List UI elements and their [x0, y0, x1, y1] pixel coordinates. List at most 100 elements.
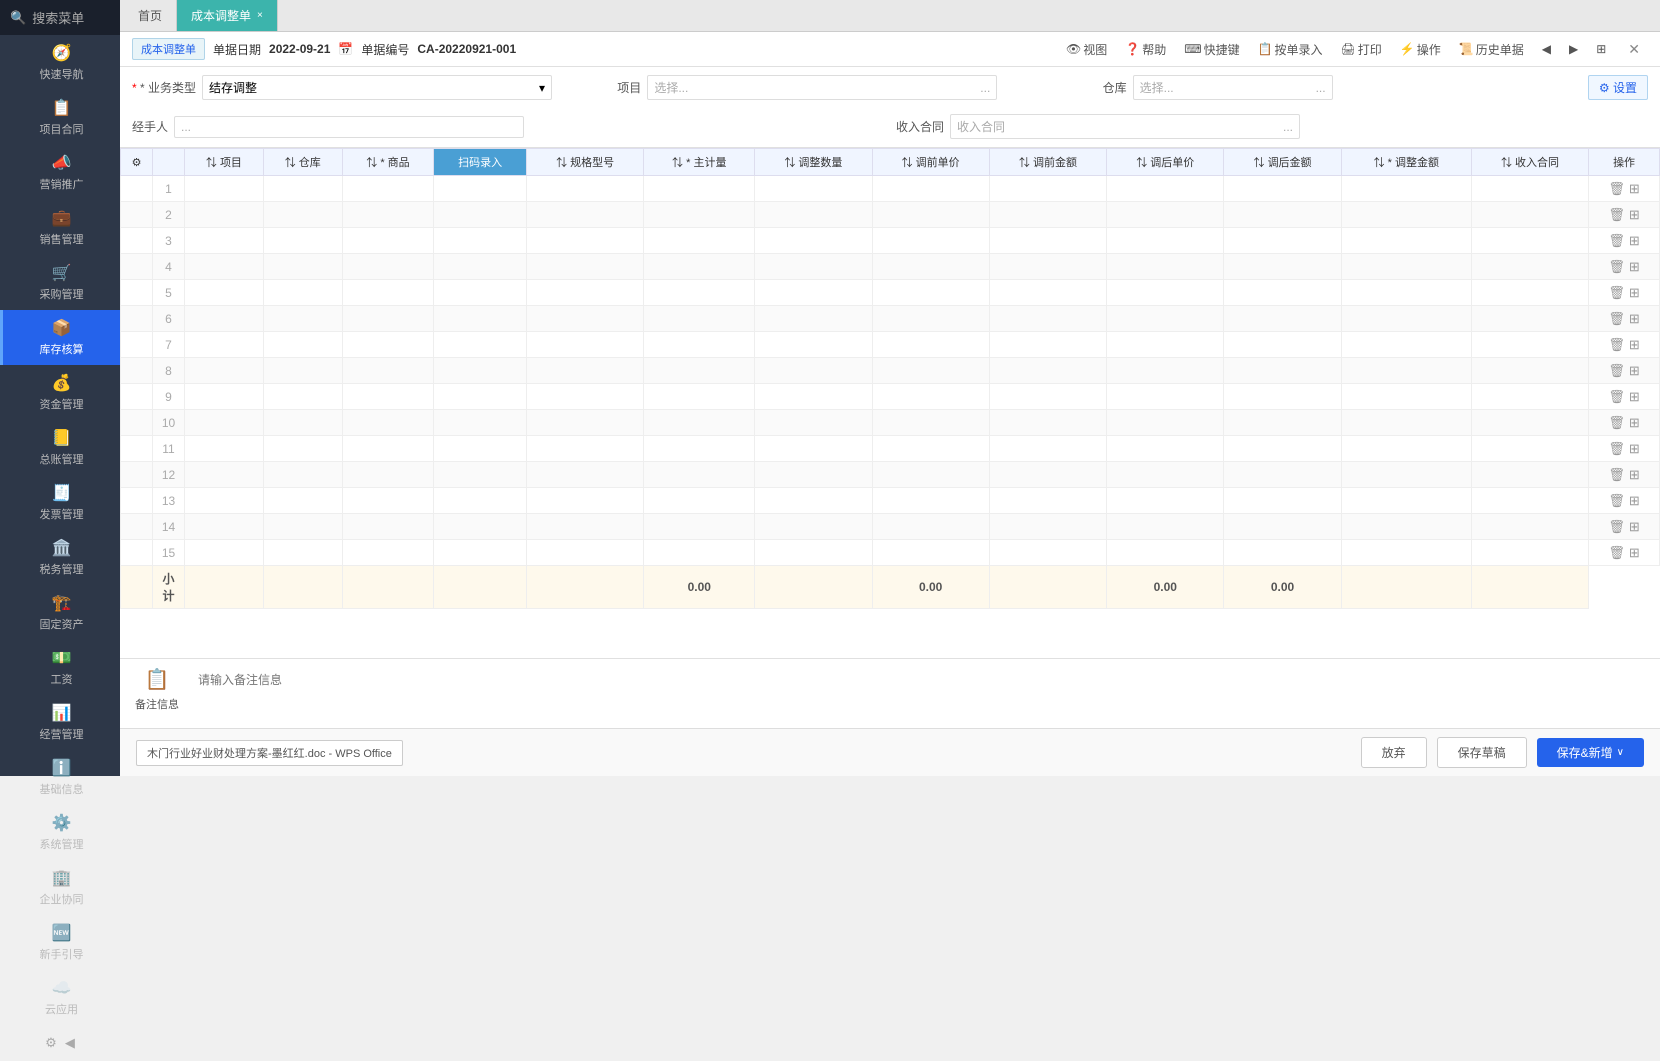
- cell-postamt-3[interactable]: [1224, 228, 1341, 254]
- copy-btn-15[interactable]: ⊞: [1629, 545, 1640, 561]
- cell-warehouse-12[interactable]: [263, 462, 342, 488]
- cell-spec-5[interactable]: [527, 280, 644, 306]
- cell-adjqty-11[interactable]: [755, 436, 872, 462]
- copy-btn-10[interactable]: ⊞: [1629, 415, 1640, 431]
- cell-adjqty-10[interactable]: [755, 410, 872, 436]
- th-post-amount[interactable]: ⇅ 调后金额: [1224, 149, 1341, 176]
- cell-product-5[interactable]: [342, 280, 434, 306]
- sidebar-settings[interactable]: ⚙ ◀: [0, 1025, 120, 1061]
- cell-scan-1[interactable]: [434, 176, 527, 202]
- copy-btn-7[interactable]: ⊞: [1629, 337, 1640, 353]
- cell-prevamt-12[interactable]: [989, 462, 1106, 488]
- cell-warehouse-13[interactable]: [263, 488, 342, 514]
- th-prev-amount[interactable]: ⇅ 调前金额: [989, 149, 1106, 176]
- cell-warehouse-1[interactable]: [263, 176, 342, 202]
- cell-product-4[interactable]: [342, 254, 434, 280]
- cell-prevup-8[interactable]: [872, 358, 989, 384]
- scan-entry-btn[interactable]: 📋 按单录入: [1254, 39, 1327, 60]
- cell-adjamt-10[interactable]: [1341, 410, 1471, 436]
- save-draft-button[interactable]: 保存草稿: [1437, 737, 1527, 768]
- cell-product-3[interactable]: [342, 228, 434, 254]
- cell-contract-12[interactable]: [1471, 462, 1588, 488]
- cell-unit-12[interactable]: [644, 462, 755, 488]
- cell-unit-11[interactable]: [644, 436, 755, 462]
- cell-unit-13[interactable]: [644, 488, 755, 514]
- cell-warehouse-11[interactable]: [263, 436, 342, 462]
- cell-warehouse-5[interactable]: [263, 280, 342, 306]
- cell-postamt-4[interactable]: [1224, 254, 1341, 280]
- operation-btn[interactable]: ⚡ 操作: [1396, 39, 1445, 60]
- cell-scan-15[interactable]: [434, 540, 527, 566]
- cell-unit-14[interactable]: [644, 514, 755, 540]
- calendar-icon[interactable]: 📅: [338, 42, 353, 56]
- tab-home[interactable]: 首页: [124, 0, 177, 31]
- cell-unit-2[interactable]: [644, 202, 755, 228]
- cell-scan-5[interactable]: [434, 280, 527, 306]
- th-scan[interactable]: 扫码录入: [434, 149, 527, 176]
- cell-product-7[interactable]: [342, 332, 434, 358]
- cell-warehouse-3[interactable]: [263, 228, 342, 254]
- cell-contract-7[interactable]: [1471, 332, 1588, 358]
- cell-warehouse-2[interactable]: [263, 202, 342, 228]
- cell-postamt-5[interactable]: [1224, 280, 1341, 306]
- sidebar-item-ledger[interactable]: 📒总账管理: [0, 420, 120, 475]
- cell-warehouse-7[interactable]: [263, 332, 342, 358]
- cell-contract-5[interactable]: [1471, 280, 1588, 306]
- sidebar-item-purchase[interactable]: 🛒采购管理: [0, 255, 120, 310]
- cell-adjqty-14[interactable]: [755, 514, 872, 540]
- cell-postup-15[interactable]: [1107, 540, 1224, 566]
- cell-adjqty-15[interactable]: [755, 540, 872, 566]
- nav-prev-btn[interactable]: ◀: [1538, 40, 1555, 58]
- delete-btn-14[interactable]: 🗑: [1608, 519, 1625, 535]
- sidebar-item-finance[interactable]: 💰资金管理: [0, 365, 120, 420]
- nav-next-btn[interactable]: ▶: [1565, 40, 1582, 58]
- cell-postup-7[interactable]: [1107, 332, 1224, 358]
- sidebar-item-operations[interactable]: 📊经营管理: [0, 695, 120, 750]
- cell-spec-2[interactable]: [527, 202, 644, 228]
- cell-spec-10[interactable]: [527, 410, 644, 436]
- delete-btn-7[interactable]: 🗑: [1608, 337, 1625, 353]
- cell-product-9[interactable]: [342, 384, 434, 410]
- cell-contract-10[interactable]: [1471, 410, 1588, 436]
- cell-prevamt-8[interactable]: [989, 358, 1106, 384]
- cell-scan-6[interactable]: [434, 306, 527, 332]
- cell-postamt-2[interactable]: [1224, 202, 1341, 228]
- cell-project-12[interactable]: [185, 462, 264, 488]
- sidebar-item-invoice[interactable]: 🧾发票管理: [0, 475, 120, 530]
- cell-project-3[interactable]: [185, 228, 264, 254]
- cell-adjamt-1[interactable]: [1341, 176, 1471, 202]
- cell-project-9[interactable]: [185, 384, 264, 410]
- cell-adjamt-6[interactable]: [1341, 306, 1471, 332]
- cell-scan-3[interactable]: [434, 228, 527, 254]
- warehouse-input[interactable]: 选择... ...: [1133, 75, 1333, 100]
- cell-unit-3[interactable]: [644, 228, 755, 254]
- cell-prevup-5[interactable]: [872, 280, 989, 306]
- delete-btn-10[interactable]: 🗑: [1608, 415, 1625, 431]
- cell-postup-6[interactable]: [1107, 306, 1224, 332]
- cell-adjqty-8[interactable]: [755, 358, 872, 384]
- cell-postamt-7[interactable]: [1224, 332, 1341, 358]
- cell-prevamt-3[interactable]: [989, 228, 1106, 254]
- cell-project-14[interactable]: [185, 514, 264, 540]
- cell-postup-12[interactable]: [1107, 462, 1224, 488]
- cell-product-11[interactable]: [342, 436, 434, 462]
- delete-btn-5[interactable]: 🗑: [1608, 285, 1625, 301]
- cell-postamt-13[interactable]: [1224, 488, 1341, 514]
- cell-adjqty-3[interactable]: [755, 228, 872, 254]
- sidebar-item-inventory[interactable]: 📦库存核算: [0, 310, 120, 365]
- cell-contract-2[interactable]: [1471, 202, 1588, 228]
- remarks-input[interactable]: [194, 667, 1648, 707]
- cell-prevup-6[interactable]: [872, 306, 989, 332]
- settings-btn[interactable]: ⚙ 设置: [1588, 75, 1648, 100]
- cell-product-12[interactable]: [342, 462, 434, 488]
- biz-type-input[interactable]: 结存调整 ▾: [202, 75, 552, 100]
- th-unit[interactable]: ⇅ * 主计量: [644, 149, 755, 176]
- cell-adjqty-13[interactable]: [755, 488, 872, 514]
- copy-btn-4[interactable]: ⊞: [1629, 259, 1640, 275]
- copy-btn-12[interactable]: ⊞: [1629, 467, 1640, 483]
- cell-prevup-15[interactable]: [872, 540, 989, 566]
- delete-btn-4[interactable]: 🗑: [1608, 259, 1625, 275]
- cell-prevup-2[interactable]: [872, 202, 989, 228]
- cell-unit-15[interactable]: [644, 540, 755, 566]
- cell-spec-15[interactable]: [527, 540, 644, 566]
